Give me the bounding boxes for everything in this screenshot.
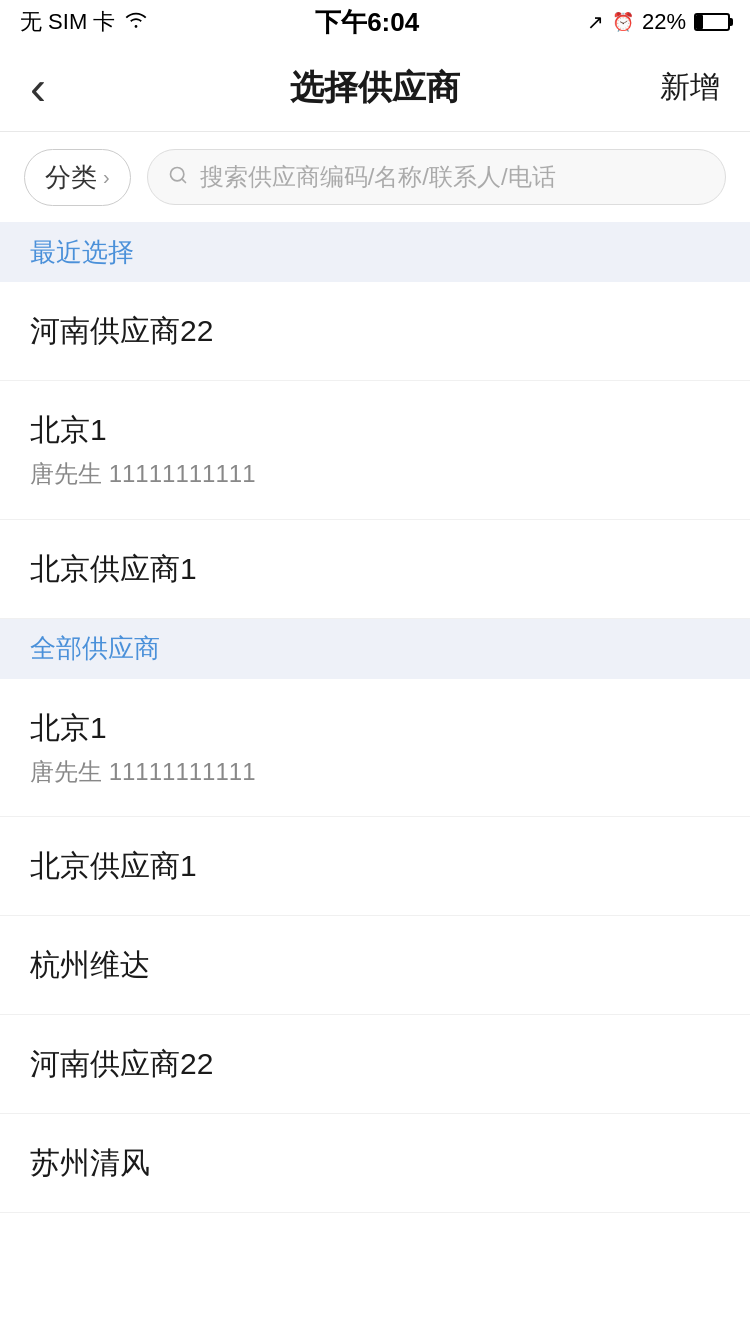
alarm-icon: ⏰ xyxy=(612,11,634,33)
status-bar: 无 SIM 卡 下午6:04 ↗ ⏰ 22% xyxy=(0,0,750,44)
battery-fill xyxy=(696,15,703,29)
item-name: 北京1 xyxy=(30,409,720,451)
list-item[interactable]: 河南供应商22 xyxy=(0,1015,750,1114)
wifi-icon xyxy=(125,11,147,34)
search-box[interactable]: 搜索供应商编码/名称/联系人/电话 xyxy=(147,149,726,205)
list-item[interactable]: 北京1 唐先生 11111111111 xyxy=(0,381,750,520)
status-left: 无 SIM 卡 xyxy=(20,7,147,37)
recent-items-list: 河南供应商22 北京1 唐先生 11111111111 北京供应商1 xyxy=(0,282,750,619)
battery-bar xyxy=(694,13,730,31)
item-name: 河南供应商22 xyxy=(30,310,720,352)
list-item[interactable]: 北京1 唐先生 11111111111 xyxy=(0,679,750,818)
status-time: 下午6:04 xyxy=(315,5,419,40)
item-name: 河南供应商22 xyxy=(30,1043,720,1085)
item-name: 北京供应商1 xyxy=(30,845,720,887)
list-item[interactable]: 苏州清风 xyxy=(0,1114,750,1213)
item-sub: 唐先生 11111111111 xyxy=(30,457,720,491)
page-title: 选择供应商 xyxy=(110,65,640,111)
location-icon: ↗ xyxy=(587,10,604,34)
item-name: 北京供应商1 xyxy=(30,548,720,590)
category-label: 分类 xyxy=(45,160,97,195)
new-action-button[interactable]: 新增 xyxy=(640,67,720,108)
list-item[interactable]: 河南供应商22 xyxy=(0,282,750,381)
list-item[interactable]: 北京供应商1 xyxy=(0,817,750,916)
search-icon xyxy=(168,163,188,191)
battery-percent: 22% xyxy=(642,9,686,35)
recent-section-label: 最近选择 xyxy=(30,235,134,270)
item-name: 杭州维达 xyxy=(30,944,720,986)
nav-bar: ‹ 选择供应商 新增 xyxy=(0,44,750,132)
recent-section-header: 最近选择 xyxy=(0,222,750,282)
search-placeholder: 搜索供应商编码/名称/联系人/电话 xyxy=(200,161,556,193)
list-item[interactable]: 北京供应商1 xyxy=(0,520,750,619)
back-button[interactable]: ‹ xyxy=(30,64,110,112)
all-items-list: 北京1 唐先生 11111111111 北京供应商1 杭州维达 河南供应商22 … xyxy=(0,679,750,1214)
list-item[interactable]: 杭州维达 xyxy=(0,916,750,1015)
filter-bar: 分类 › 搜索供应商编码/名称/联系人/电话 xyxy=(0,132,750,222)
all-section-label: 全部供应商 xyxy=(30,631,160,666)
status-right: ↗ ⏰ 22% xyxy=(587,9,730,35)
item-name: 北京1 xyxy=(30,707,720,749)
item-name: 苏州清风 xyxy=(30,1142,720,1184)
chevron-right-icon: › xyxy=(103,166,110,189)
carrier-label: 无 SIM 卡 xyxy=(20,7,115,37)
back-arrow-icon: ‹ xyxy=(30,64,46,112)
svg-line-1 xyxy=(182,179,186,183)
category-filter-button[interactable]: 分类 › xyxy=(24,149,131,206)
item-sub: 唐先生 11111111111 xyxy=(30,755,720,789)
all-section-header: 全部供应商 xyxy=(0,619,750,679)
